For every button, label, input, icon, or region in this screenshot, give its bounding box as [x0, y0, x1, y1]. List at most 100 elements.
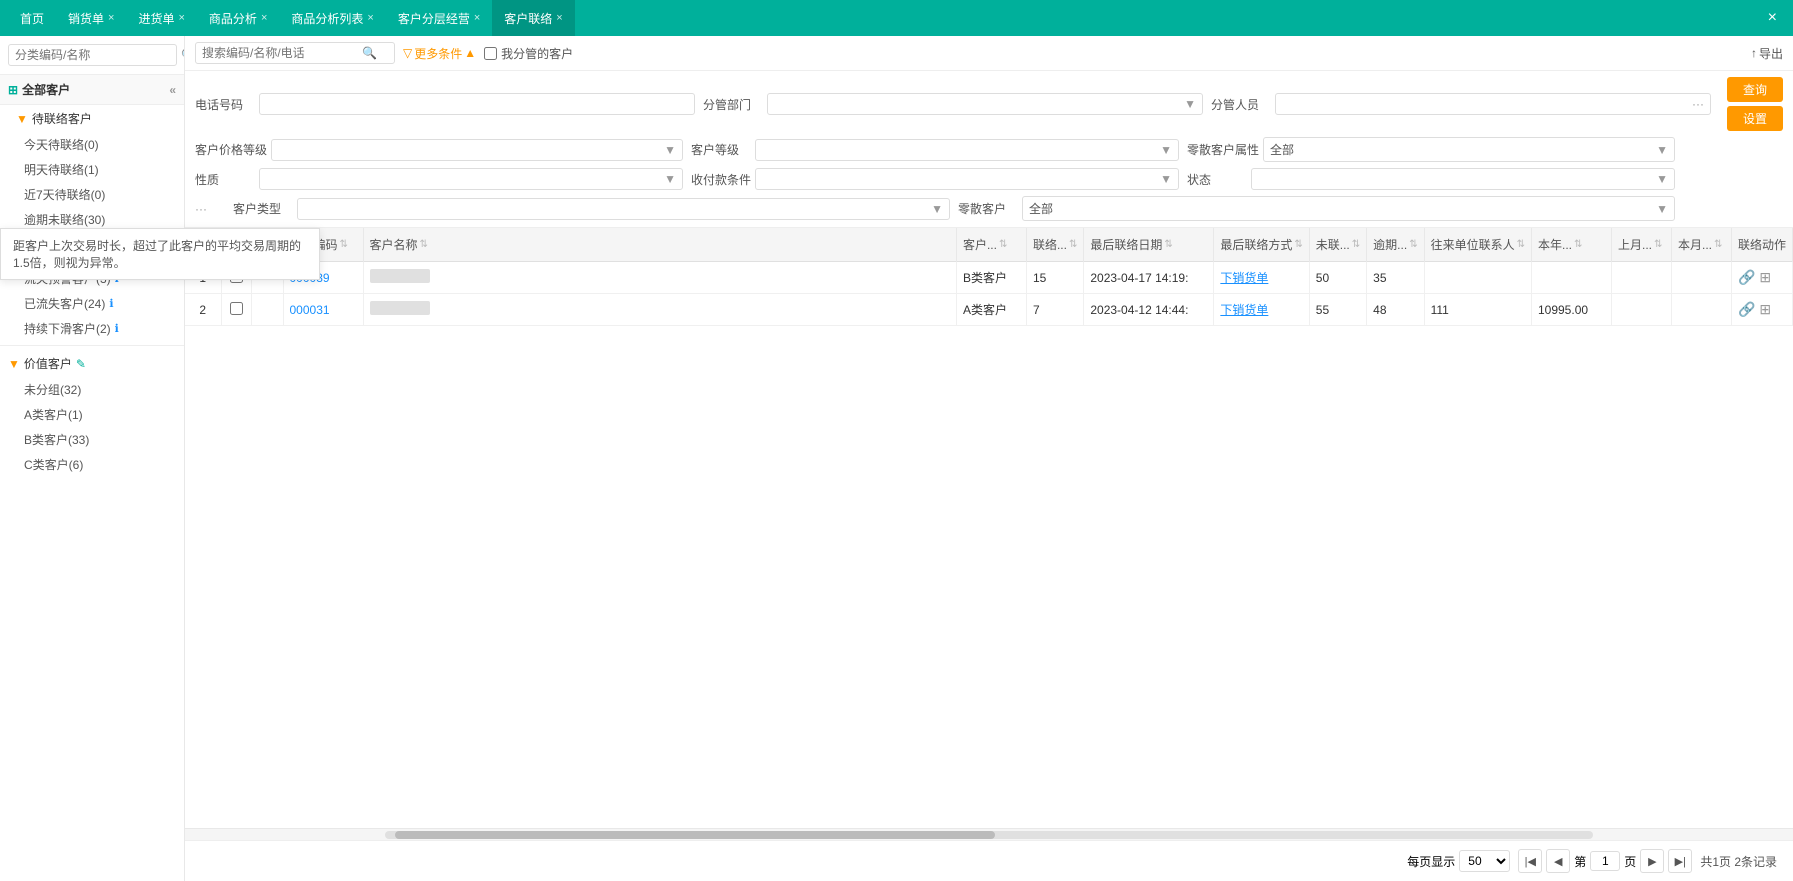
close-analysis-tab[interactable]: ×	[261, 12, 267, 24]
scroll-area[interactable]	[185, 828, 1793, 840]
cell-unlink-1: 55	[1309, 294, 1366, 326]
sidebar-item-today[interactable]: 今天待联络(0)	[0, 132, 184, 157]
cell-contact-1: 7	[1026, 294, 1083, 326]
close-analysis-list-tab[interactable]: ×	[367, 12, 373, 24]
sort-icon-lastmonth: ⇅	[1654, 239, 1662, 250]
sidebar-item-tomorrow[interactable]: 明天待联络(1)	[0, 157, 184, 182]
sidebar-divider-2	[0, 345, 184, 346]
scrollbar-track[interactable]	[385, 831, 1593, 839]
cell-method-0[interactable]: 下销货单	[1214, 262, 1309, 294]
cell-code-1[interactable]: 000031	[283, 294, 363, 326]
nav-item-home[interactable]: 首页	[8, 0, 56, 36]
per-page-select[interactable]: 50 100 200	[1459, 850, 1510, 872]
th-method[interactable]: 最后联络方式 ⇅	[1214, 228, 1309, 262]
more-filter-icon[interactable]: ···	[195, 202, 207, 216]
status-select[interactable]: ▼	[1251, 168, 1675, 190]
nav-item-analysis-list[interactable]: 商品分析列表 ×	[279, 0, 385, 36]
action-grid-icon-0[interactable]: ⊞	[1759, 269, 1771, 286]
nav-item-analysis[interactable]: 商品分析 ×	[197, 0, 279, 36]
action-grid-icon-1[interactable]: ⊞	[1759, 301, 1771, 318]
filter-row-1: 电话号码 分管部门 ▼ 分管人员 ···	[195, 77, 1783, 131]
customer-level-select[interactable]: ▼	[755, 139, 1179, 161]
price-level-select[interactable]: ▼	[271, 139, 683, 161]
customer-level-label: 客户等级	[691, 141, 751, 158]
search-toolbar-icon[interactable]: 🔍	[362, 46, 377, 60]
sidebar-item-c-class[interactable]: C类客户(6)	[0, 452, 184, 477]
row-checkbox-1[interactable]	[230, 302, 243, 315]
th-lastmonth[interactable]: 上月... ⇅	[1611, 228, 1671, 262]
edit-icon[interactable]: ✎	[76, 357, 86, 371]
scrollbar-thumb[interactable]	[395, 831, 995, 839]
more-conditions-btn[interactable]: ▽ 更多条件 ▲	[403, 45, 476, 62]
query-button[interactable]: 查询	[1727, 77, 1783, 102]
last-page-btn[interactable]: ▶|	[1668, 849, 1692, 873]
nav-item-customer-contact[interactable]: 客户联络 ×	[492, 0, 574, 36]
value-group[interactable]: ▼ 价值客户 ✎	[0, 350, 184, 377]
window-close-button[interactable]: ×	[1760, 9, 1785, 27]
info-icon-3[interactable]: ℹ	[109, 297, 113, 310]
payment-select[interactable]: ▼	[755, 168, 1179, 190]
ellipsis-icon[interactable]: ···	[1692, 97, 1704, 111]
next-page-btn[interactable]: ▶	[1640, 849, 1664, 873]
close-sales-tab[interactable]: ×	[108, 12, 114, 24]
per-page-area: 每页显示 50 100 200	[1407, 850, 1510, 872]
cell-name-0[interactable]	[363, 262, 956, 294]
cell-action-1: 🔗 ⊞	[1731, 294, 1792, 326]
close-purchase-tab[interactable]: ×	[178, 12, 184, 24]
sidebar-item-unclassified[interactable]: 未分组(32)	[0, 377, 184, 402]
th-thisyear[interactable]: 本年... ⇅	[1531, 228, 1611, 262]
nature-label: 性质	[195, 171, 255, 188]
filter-row-2: 客户价格等级 ▼ 客户等级 ▼ 零散客户属性 全部	[195, 137, 1783, 162]
phone-input[interactable]	[259, 93, 695, 115]
th-partner[interactable]: 往来单位联系人 ⇅	[1424, 228, 1531, 262]
dept-label: 分管部门	[703, 96, 763, 113]
dept-select[interactable]: ▼	[767, 93, 1203, 115]
prev-page-btn[interactable]: ◀	[1546, 849, 1570, 873]
nav-item-purchase[interactable]: 进货单 ×	[126, 0, 196, 36]
customer-type-select[interactable]: ▼	[297, 198, 950, 220]
th-unlink[interactable]: 未联... ⇅	[1309, 228, 1366, 262]
arrow-down-icon-2: ▼	[8, 357, 20, 371]
th-thismonth[interactable]: 本月... ⇅	[1671, 228, 1731, 262]
filter-retail-customer: 零散客户 全部 ▼	[958, 196, 1675, 221]
action-link-icon-1[interactable]: 🔗	[1738, 301, 1755, 318]
cell-method-1[interactable]: 下销货单	[1214, 294, 1309, 326]
table-area: ⚙ 客户编码 ⇅ 客户名称 ⇅	[185, 228, 1793, 828]
retail-attr-select[interactable]: 全部 ▼	[1263, 137, 1675, 162]
sidebar-item-lost[interactable]: 已流失客户(24) ℹ	[0, 291, 184, 316]
action-link-icon-0[interactable]: 🔗	[1738, 269, 1755, 286]
filter-retail-attr: 零散客户属性 全部 ▼	[1187, 137, 1675, 162]
th-type[interactable]: 客户... ⇅	[956, 228, 1026, 262]
export-button[interactable]: ↑ 导出	[1751, 45, 1783, 62]
cell-check-1	[221, 294, 251, 326]
th-contact[interactable]: 联络... ⇅	[1026, 228, 1083, 262]
sidebar-item-a-class[interactable]: A类客户(1)	[0, 402, 184, 427]
page-number-input[interactable]	[1590, 851, 1620, 871]
pending-group[interactable]: ▼ 待联络客户	[0, 105, 184, 132]
filter-status: 状态 ▼	[1187, 168, 1675, 190]
my-customers-checkbox[interactable]	[484, 47, 497, 60]
sidebar-search-input[interactable]	[8, 44, 177, 66]
cell-overdue-1: 48	[1367, 294, 1424, 326]
search-input[interactable]	[202, 46, 362, 60]
nature-select[interactable]: ▼	[259, 168, 683, 190]
settings-button[interactable]: 设置	[1727, 106, 1783, 131]
first-page-btn[interactable]: |◀	[1518, 849, 1542, 873]
th-name[interactable]: 客户名称 ⇅	[363, 228, 956, 262]
retail-customer-select[interactable]: 全部 ▼	[1022, 196, 1675, 221]
manager-select[interactable]: ···	[1275, 93, 1711, 115]
sidebar-item-declining[interactable]: 持续下滑客户(2) ℹ	[0, 316, 184, 341]
info-icon-4[interactable]: ℹ	[115, 322, 119, 335]
th-overdue[interactable]: 逾期... ⇅	[1367, 228, 1424, 262]
sidebar-item-7days[interactable]: 近7天待联络(0)	[0, 182, 184, 207]
close-customer-contact-tab[interactable]: ×	[556, 12, 562, 24]
cell-name-1[interactable]	[363, 294, 956, 326]
nav-item-sales[interactable]: 销货单 ×	[56, 0, 126, 36]
arrow-down-icon: ▼	[16, 112, 28, 126]
nav-item-customer-tier[interactable]: 客户分层经营 ×	[386, 0, 492, 36]
all-customers-header[interactable]: ⊞ 全部客户 «	[0, 75, 184, 105]
close-customer-tier-tab[interactable]: ×	[474, 12, 480, 24]
sidebar-item-b-class[interactable]: B类客户(33)	[0, 427, 184, 452]
th-date[interactable]: 最后联络日期 ⇅	[1084, 228, 1214, 262]
filter-customer-level: 客户等级 ▼	[691, 139, 1179, 161]
